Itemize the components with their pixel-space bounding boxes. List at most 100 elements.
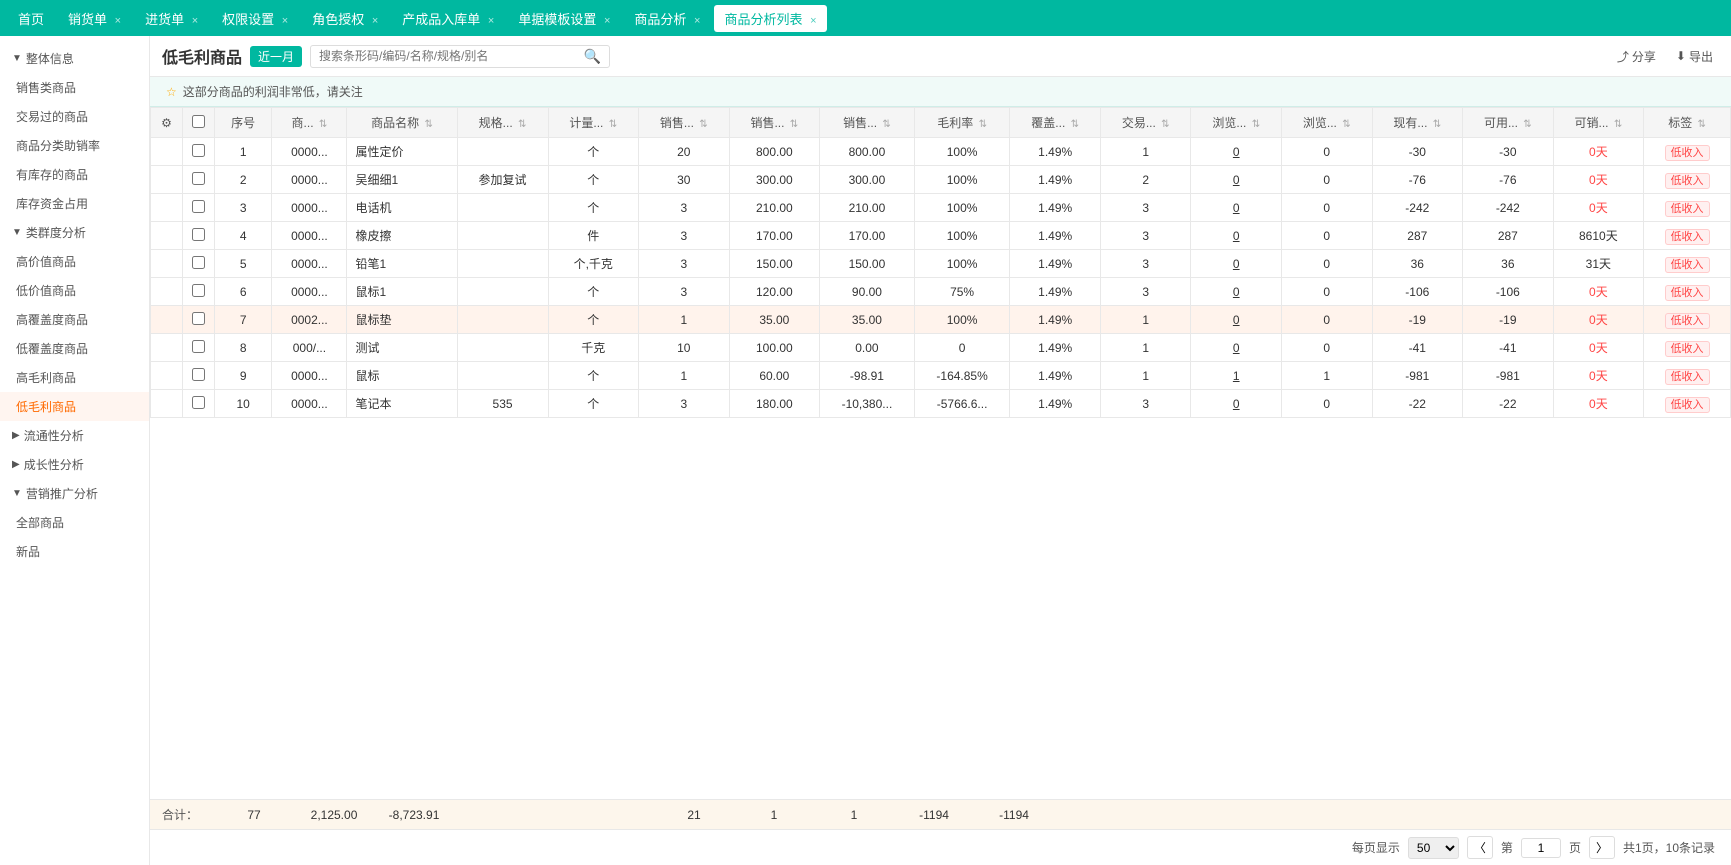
- col-views1[interactable]: 浏览... ⇅: [1191, 108, 1282, 138]
- col-sellable[interactable]: 可销... ⇅: [1553, 108, 1644, 138]
- close-role-auth-icon[interactable]: ×: [372, 15, 378, 27]
- col-views2[interactable]: 浏览... ⇅: [1282, 108, 1373, 138]
- nav-role-auth[interactable]: 角色授权 ×: [302, 5, 388, 32]
- close-purchase-order-icon[interactable]: ×: [192, 15, 198, 27]
- close-template-settings-icon[interactable]: ×: [604, 15, 610, 27]
- row-checkbox-2[interactable]: [192, 200, 205, 213]
- sidebar-group-cluster[interactable]: ▼ 类群度分析: [0, 218, 149, 247]
- sidebar-item-high-margin[interactable]: 高毛利商品: [0, 363, 149, 392]
- row-check-1[interactable]: [183, 166, 215, 194]
- row-checkbox-6[interactable]: [192, 312, 205, 325]
- row-checkbox-7[interactable]: [192, 340, 205, 353]
- row-views1-7[interactable]: 0: [1191, 334, 1282, 362]
- col-tag[interactable]: 标签 ⇅: [1644, 108, 1731, 138]
- per-page-select[interactable]: 50 20 100: [1408, 837, 1459, 859]
- row-views2-3: 0: [1282, 222, 1373, 250]
- col-unit[interactable]: 计量... ⇅: [548, 108, 639, 138]
- sidebar-group-overall[interactable]: ▼ 整体信息: [0, 44, 149, 73]
- close-sales-order-icon[interactable]: ×: [115, 15, 121, 27]
- row-views1-1[interactable]: 0: [1191, 166, 1282, 194]
- row-check-4[interactable]: [183, 250, 215, 278]
- row-checkbox-1[interactable]: [192, 172, 205, 185]
- sidebar-group-growth[interactable]: ▶ 成长性分析: [0, 450, 149, 479]
- row-check-6[interactable]: [183, 306, 215, 334]
- next-page-button[interactable]: 〉: [1589, 836, 1615, 859]
- row-views1-4[interactable]: 0: [1191, 250, 1282, 278]
- row-checkbox-4[interactable]: [192, 256, 205, 269]
- row-checkbox-0[interactable]: [192, 144, 205, 157]
- close-product-analysis-icon[interactable]: ×: [694, 15, 700, 27]
- sidebar-item-all-products[interactable]: 全部商品: [0, 508, 149, 537]
- col-code[interactable]: 商... ⇅: [272, 108, 347, 138]
- footer-summary: 合计： 77 2,125.00 -8,723.91 21 1 1 -1194 -…: [150, 799, 1731, 829]
- row-check-7[interactable]: [183, 334, 215, 362]
- col-sales-qty[interactable]: 销售... ⇅: [639, 108, 730, 138]
- close-product-entry-icon[interactable]: ×: [488, 15, 494, 27]
- select-all-checkbox[interactable]: [192, 115, 205, 128]
- col-sales-amount[interactable]: 销售... ⇅: [820, 108, 915, 138]
- settings-icon[interactable]: ⚙: [161, 116, 172, 130]
- row-views1-5[interactable]: 0: [1191, 278, 1282, 306]
- tag-badge-9: 低收入: [1665, 397, 1710, 413]
- row-views1-9[interactable]: 0: [1191, 390, 1282, 418]
- row-views1-3[interactable]: 0: [1191, 222, 1282, 250]
- row-views1-2[interactable]: 0: [1191, 194, 1282, 222]
- nav-purchase-order[interactable]: 进货单 ×: [135, 5, 208, 32]
- row-check-3[interactable]: [183, 222, 215, 250]
- row-check-5[interactable]: [183, 278, 215, 306]
- col-current-stock[interactable]: 现有... ⇅: [1372, 108, 1463, 138]
- nav-permissions[interactable]: 权限设置 ×: [212, 5, 298, 32]
- row-sales-qty-6: 1: [639, 306, 730, 334]
- sidebar-item-in-stock[interactable]: 有库存的商品: [0, 160, 149, 189]
- search-input[interactable]: [319, 49, 584, 63]
- prev-page-button[interactable]: 〈: [1467, 836, 1493, 859]
- nav-product-analysis[interactable]: 商品分析 ×: [624, 5, 710, 32]
- col-settings[interactable]: ⚙: [151, 108, 183, 138]
- share-button[interactable]: ⤴ 分享: [1611, 46, 1662, 67]
- row-check-9[interactable]: [183, 390, 215, 418]
- row-check-8[interactable]: [183, 362, 215, 390]
- row-current-stock-8: -981: [1372, 362, 1463, 390]
- row-current-stock-7: -41: [1372, 334, 1463, 362]
- sidebar-item-sales-products[interactable]: 销售类商品: [0, 73, 149, 102]
- nav-product-analysis-list[interactable]: 商品分析列表 ×: [714, 5, 826, 32]
- sidebar-item-category-rate[interactable]: 商品分类助销率: [0, 131, 149, 160]
- search-icon[interactable]: 🔍: [584, 48, 601, 65]
- row-views1-0[interactable]: 0: [1191, 138, 1282, 166]
- close-permissions-icon[interactable]: ×: [282, 15, 288, 27]
- col-name[interactable]: 商品名称 ⇅: [347, 108, 457, 138]
- sidebar-group-liquidity[interactable]: ▶ 流通性分析: [0, 421, 149, 450]
- sidebar-group-marketing[interactable]: ▼ 营销推广分析: [0, 479, 149, 508]
- sidebar-item-low-coverage[interactable]: 低覆盖度商品: [0, 334, 149, 363]
- export-button[interactable]: ⬇ 导出: [1670, 46, 1719, 67]
- nav-sales-order[interactable]: 销货单 ×: [58, 5, 131, 32]
- nav-product-entry[interactable]: 产成品入库单 ×: [392, 5, 504, 32]
- row-views1-6[interactable]: 0: [1191, 306, 1282, 334]
- row-checkbox-9[interactable]: [192, 396, 205, 409]
- col-available[interactable]: 可用... ⇅: [1463, 108, 1554, 138]
- sidebar-item-low-value[interactable]: 低价值商品: [0, 276, 149, 305]
- row-no-2: 3: [215, 194, 272, 222]
- sidebar-item-low-margin[interactable]: 低毛利商品: [0, 392, 149, 421]
- sidebar-item-high-coverage[interactable]: 高覆盖度商品: [0, 305, 149, 334]
- col-coverage[interactable]: 覆盖... ⇅: [1010, 108, 1101, 138]
- col-gross-rate[interactable]: 毛利率 ⇅: [914, 108, 1010, 138]
- row-checkbox-8[interactable]: [192, 368, 205, 381]
- sidebar-item-new-products[interactable]: 新品: [0, 537, 149, 566]
- row-check-2[interactable]: [183, 194, 215, 222]
- sidebar-item-traded-products[interactable]: 交易过的商品: [0, 102, 149, 131]
- page-number-input[interactable]: [1521, 838, 1561, 858]
- time-tag-button[interactable]: 近一月: [250, 46, 302, 67]
- sidebar-item-high-value[interactable]: 高价值商品: [0, 247, 149, 276]
- row-check-0[interactable]: [183, 138, 215, 166]
- nav-home[interactable]: 首页: [8, 5, 54, 32]
- col-sales-price[interactable]: 销售... ⇅: [729, 108, 820, 138]
- col-transactions[interactable]: 交易... ⇅: [1100, 108, 1191, 138]
- close-product-analysis-list-icon[interactable]: ×: [810, 15, 816, 27]
- col-spec[interactable]: 规格... ⇅: [457, 108, 548, 138]
- row-views1-8[interactable]: 1: [1191, 362, 1282, 390]
- row-checkbox-5[interactable]: [192, 284, 205, 297]
- nav-template-settings[interactable]: 单据模板设置 ×: [508, 5, 620, 32]
- row-checkbox-3[interactable]: [192, 228, 205, 241]
- sidebar-item-capital-usage[interactable]: 库存资金占用: [0, 189, 149, 218]
